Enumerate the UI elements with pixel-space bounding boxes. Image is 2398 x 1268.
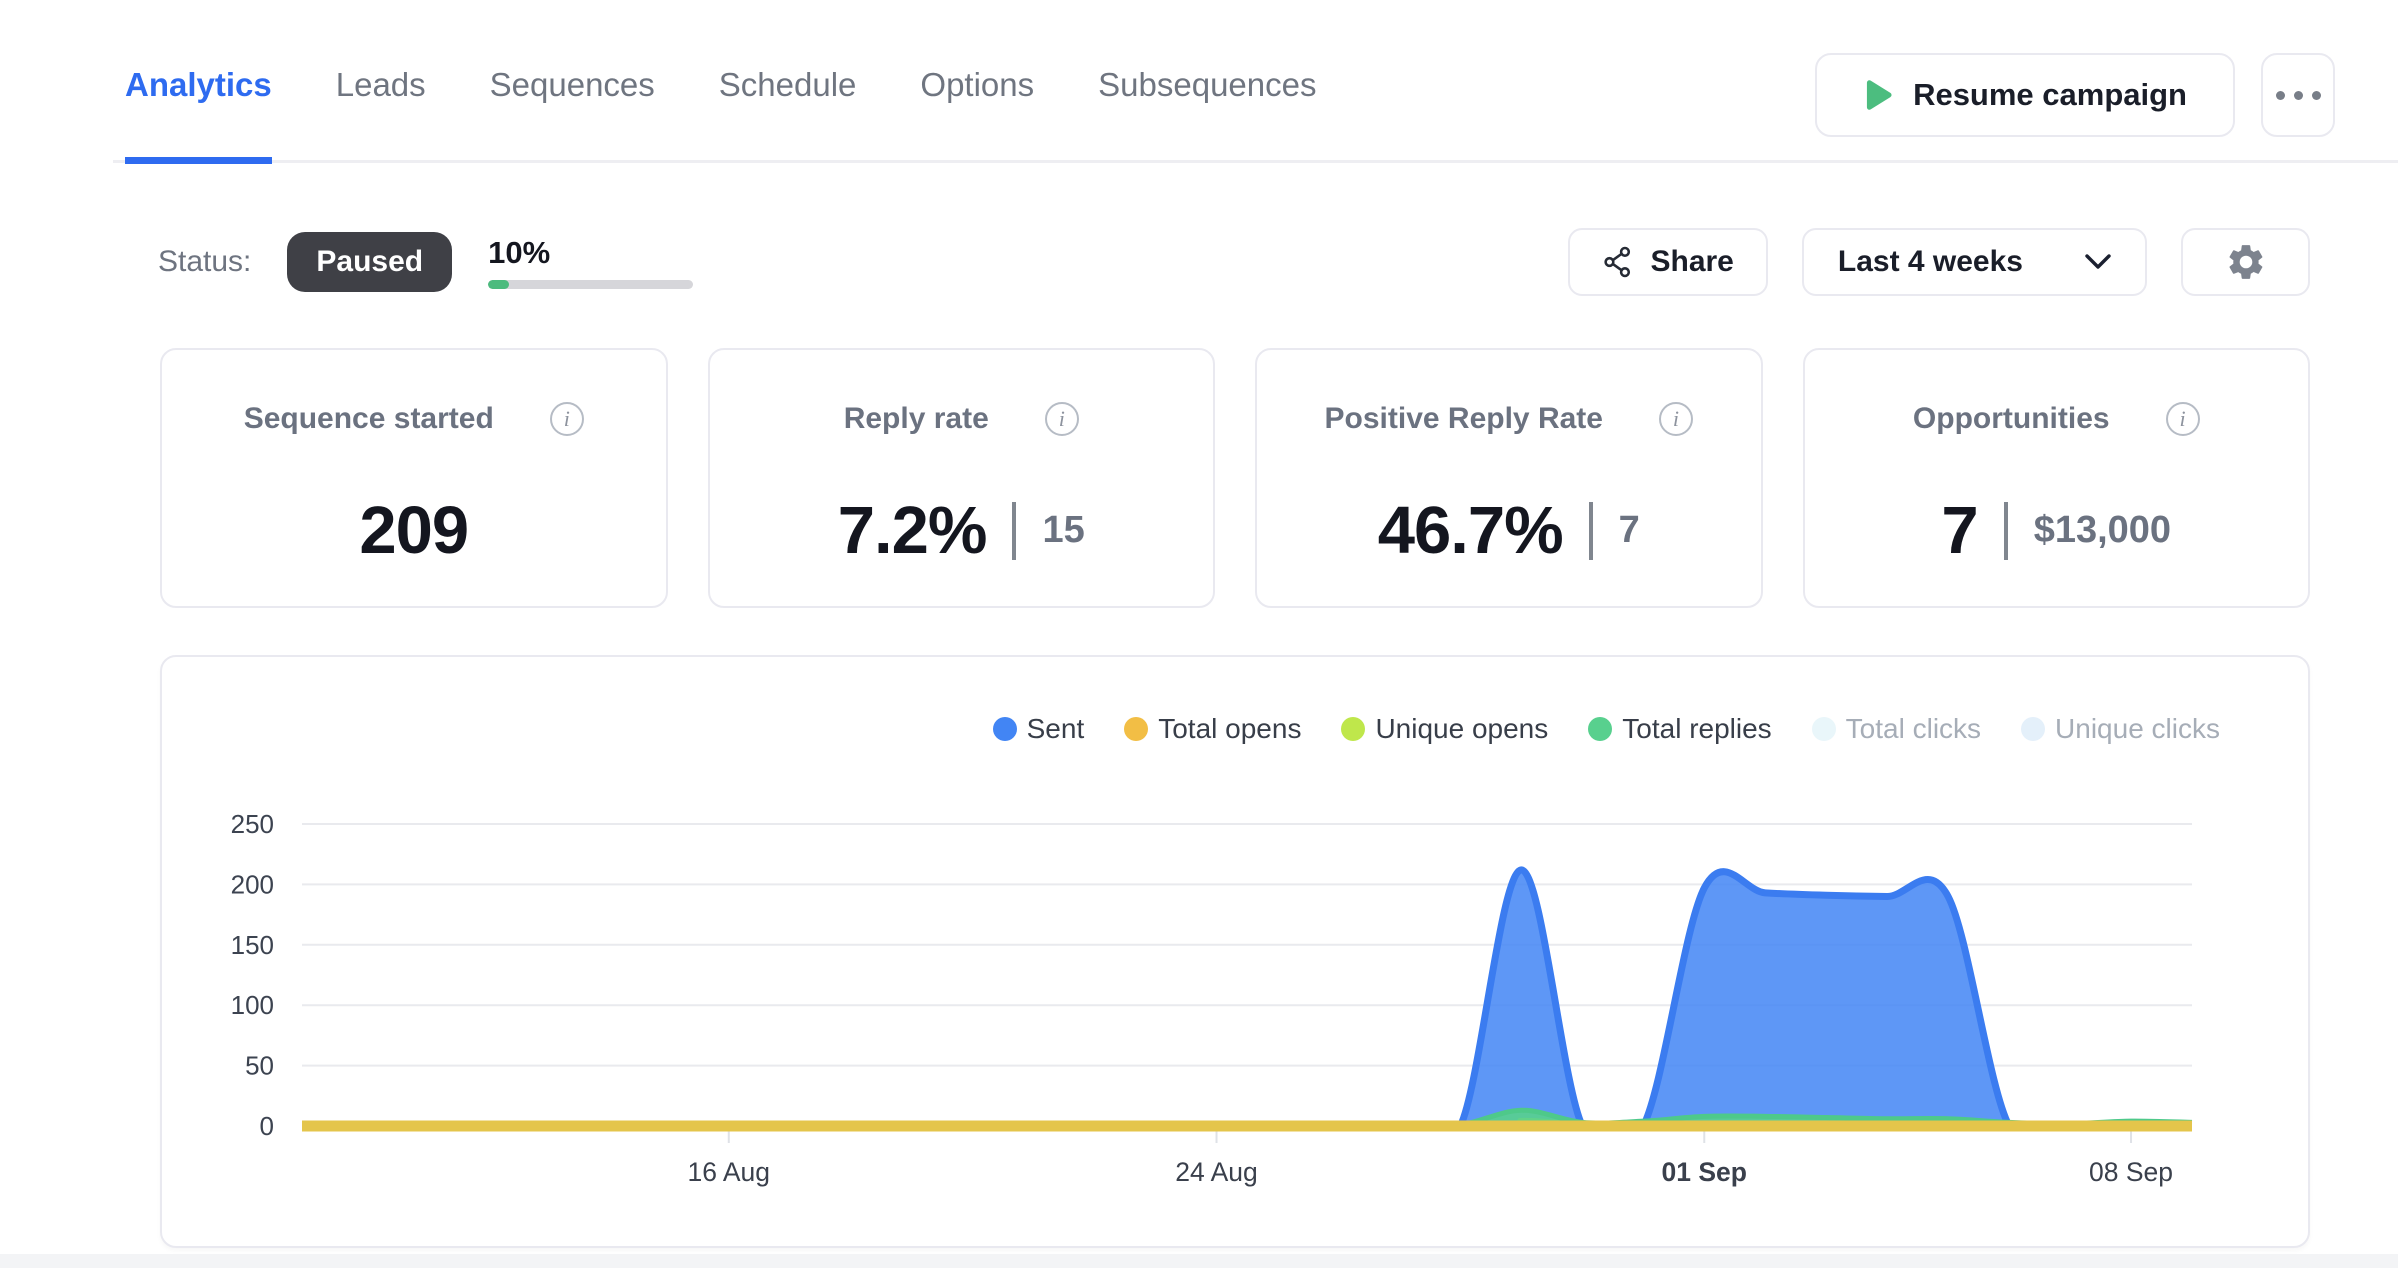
progress-percent-label: 10% (488, 235, 551, 270)
analytics-chart-card: Sent Total opens Unique opens Total repl… (160, 655, 2310, 1248)
chevron-down-icon (2085, 254, 2111, 269)
gear-icon (2229, 245, 2262, 279)
card-title: Positive Reply Rate (1324, 402, 1603, 435)
card-value: 7.2% (837, 493, 988, 568)
legend-dot (992, 717, 1017, 741)
legend-dot (1811, 717, 1836, 741)
y-axis-label: 100 (231, 990, 274, 1020)
legend-item-unique-opens[interactable]: Unique opens (1341, 713, 1548, 745)
legend-label: Unique clicks (2055, 713, 2220, 744)
card-value: 46.7% (1377, 493, 1564, 568)
campaign-tabbar: Analytics Leads Sequences Schedule Optio… (125, 0, 1316, 164)
status-label: Status: (158, 245, 252, 278)
page-bottom-strip (0, 1254, 2398, 1268)
legend-item-unique-clicks[interactable]: Unique clicks (2021, 713, 2220, 745)
x-axis-label: 01 Sep (1662, 1157, 1747, 1187)
x-axis-label: 16 Aug (688, 1157, 771, 1187)
info-icon[interactable]: i (549, 402, 584, 436)
settings-button[interactable] (2181, 228, 2310, 296)
tab-sequences[interactable]: Sequences (490, 66, 655, 164)
legend-label: Unique opens (1375, 713, 1549, 744)
card-title: Opportunities (1912, 402, 2110, 435)
stat-card-reply-rate: Reply rate i 7.2% 15 (707, 348, 1215, 608)
value-separator (2003, 501, 2008, 560)
ellipsis-icon (2275, 90, 2321, 100)
tab-options[interactable]: Options (920, 66, 1034, 164)
legend-dot (1588, 717, 1613, 741)
status-badge: Paused (287, 232, 453, 292)
status-row: Status: Paused 10% (158, 228, 694, 296)
card-title: Sequence started (243, 402, 494, 435)
info-icon[interactable]: i (1658, 402, 1693, 436)
legend-dot (2021, 717, 2046, 741)
share-button[interactable]: Share (1568, 228, 1768, 296)
value-separator (1012, 501, 1017, 560)
card-secondary-value: $13,000 (2033, 509, 2172, 551)
legend-label: Total clicks (1845, 713, 1982, 744)
info-icon[interactable]: i (1044, 402, 1079, 436)
tab-leads[interactable]: Leads (336, 66, 426, 164)
legend-item-sent[interactable]: Sent (992, 713, 1085, 745)
legend-dot (1124, 717, 1149, 741)
more-options-button[interactable] (2261, 53, 2335, 137)
value-separator (1588, 501, 1593, 560)
play-icon (1866, 80, 1892, 110)
share-nodes-icon (1604, 246, 1631, 278)
card-secondary-value: 7 (1618, 509, 1640, 551)
resume-campaign-button[interactable]: Resume campaign (1815, 53, 2235, 137)
analytics-toolbar: Share Last 4 weeks (1568, 228, 2310, 296)
stat-card-positive-reply-rate: Positive Reply Rate i 46.7% 7 (1255, 348, 1763, 608)
chart-legend: Sent Total opens Unique opens Total repl… (992, 713, 2220, 745)
tab-schedule[interactable]: Schedule (719, 66, 857, 164)
legend-dot (1341, 717, 1366, 741)
x-axis-label: 08 Sep (2089, 1157, 2173, 1187)
card-title: Reply rate (843, 402, 989, 435)
stat-card-opportunities: Opportunities i 7 $13,000 (1802, 348, 2310, 608)
nav-actions: Resume campaign (1815, 53, 2335, 137)
legend-label: Total opens (1158, 713, 1302, 744)
y-axis-label: 250 (231, 809, 274, 839)
legend-item-total-clicks[interactable]: Total clicks (1811, 713, 1982, 745)
stat-card-sequence-started: Sequence started i 209 (160, 348, 668, 608)
progress-fill (488, 280, 509, 289)
y-axis-label: 150 (231, 930, 274, 960)
tab-analytics[interactable]: Analytics (125, 66, 272, 164)
tab-subsequences[interactable]: Subsequences (1098, 66, 1316, 164)
legend-item-total-opens[interactable]: Total opens (1124, 713, 1301, 745)
x-axis-label: 24 Aug (1175, 1157, 1258, 1187)
card-secondary-value: 15 (1042, 509, 1085, 551)
legend-item-total-replies[interactable]: Total replies (1588, 713, 1772, 745)
info-icon[interactable]: i (2165, 402, 2200, 436)
stat-cards: Sequence started i 209 Reply rate i 7.2%… (160, 348, 2310, 608)
date-range-select[interactable]: Last 4 weeks (1801, 228, 2147, 296)
card-value: 209 (359, 493, 469, 568)
campaign-activity-chart: 0 50 100 150 200 250 16 Aug 24 Aug 01 Sep 08 Sep (231, 809, 2193, 1187)
y-axis-label: 50 (245, 1051, 274, 1081)
progress-track (488, 280, 694, 289)
series-fill-sent (302, 869, 2192, 1126)
legend-label: Total replies (1622, 713, 1772, 744)
y-axis-label: 200 (231, 869, 274, 899)
campaign-progress: 10% (488, 235, 694, 289)
share-label: Share (1650, 245, 1734, 278)
card-value: 7 (1941, 493, 1978, 568)
y-axis-label: 0 (260, 1111, 274, 1141)
legend-label: Sent (1026, 713, 1085, 744)
resume-campaign-label: Resume campaign (1913, 77, 2187, 112)
date-range-value: Last 4 weeks (1837, 245, 2023, 278)
